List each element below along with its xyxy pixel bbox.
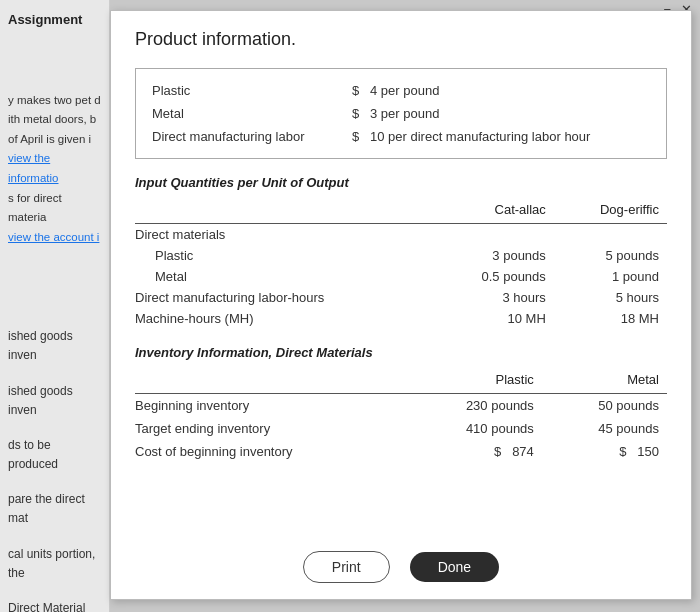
sidebar-link-account[interactable]: view the account i	[8, 228, 101, 248]
sidebar-s2-4: ds to be produced	[8, 436, 101, 474]
inventory-heading: Inventory Information, Direct Materials	[135, 345, 667, 360]
inventory-section: Inventory Information, Direct Materials …	[135, 345, 667, 463]
iq-row-1-cat: 3 pounds	[433, 245, 554, 266]
table-row: Target ending inventory 410 pounds 45 po…	[135, 417, 667, 440]
iq-row-2-dog: 1 pound	[554, 266, 667, 287]
inv-col-label-header	[135, 370, 405, 394]
print-button[interactable]: Print	[303, 551, 390, 583]
inv-row-1-plastic: 410 pounds	[405, 417, 542, 440]
inv-row-0-plastic: 230 pounds	[405, 394, 542, 418]
metal-label: Metal	[152, 106, 352, 121]
plastic-label: Plastic	[152, 83, 352, 98]
product-information-modal: Product information. Plastic $ 4 per pou…	[110, 10, 692, 600]
table-row: Plastic 3 pounds 5 pounds	[135, 245, 667, 266]
iq-row-3-label: Direct manufacturing labor-hours	[135, 287, 433, 308]
iq-row-2-cat: 0.5 pounds	[433, 266, 554, 287]
sidebar: Assignment y makes two pet d ith metal d…	[0, 0, 110, 612]
sidebar-s2-0: ished goods inven	[8, 327, 101, 365]
iq-col-cat-header: Cat-allac	[433, 200, 554, 224]
iq-row-0-cat	[433, 224, 554, 246]
iq-row-0-dog	[554, 224, 667, 246]
input-quantities-heading: Input Quantities per Unit of Output	[135, 175, 667, 190]
price-row-labor: Direct manufacturing labor $ 10 per dire…	[152, 129, 650, 144]
iq-row-2-label: Metal	[135, 266, 433, 287]
sidebar-s2-6: pare the direct mat	[8, 490, 101, 528]
inv-row-2-metal-val: 150	[637, 444, 659, 459]
sidebar-link-info[interactable]: view the informatio	[8, 149, 101, 188]
iq-col-label-header	[135, 200, 433, 224]
table-row: Machine-hours (MH) 10 MH 18 MH	[135, 308, 667, 329]
iq-row-1-dog: 5 pounds	[554, 245, 667, 266]
iq-row-0-label: Direct materials	[135, 224, 433, 246]
inv-row-2-plastic-val: 874	[512, 444, 534, 459]
inv-row-0-metal: 50 pounds	[542, 394, 667, 418]
table-row: Direct manufacturing labor-hours 3 hours…	[135, 287, 667, 308]
table-row: Direct materials	[135, 224, 667, 246]
inv-row-2-dollar-plastic: $	[494, 444, 501, 459]
metal-dollar: $	[352, 106, 370, 121]
modal-title: Product information.	[111, 11, 320, 60]
sidebar-title: Assignment	[8, 10, 101, 31]
prices-section: Plastic $ 4 per pound Metal $ 3 per poun…	[135, 68, 667, 159]
iq-row-4-cat: 10 MH	[433, 308, 554, 329]
metal-value: 3 per pound	[370, 106, 650, 121]
plastic-value: 4 per pound	[370, 83, 650, 98]
inv-row-2-plastic: $ 874	[405, 440, 542, 463]
inv-col-metal-header: Metal	[542, 370, 667, 394]
labor-value: 10 per direct manufacturing labor hour	[370, 129, 650, 144]
iq-row-4-dog: 18 MH	[554, 308, 667, 329]
table-row: Beginning inventory 230 pounds 50 pounds	[135, 394, 667, 418]
input-quantities-section: Input Quantities per Unit of Output Cat-…	[135, 175, 667, 329]
labor-dollar: $	[352, 129, 370, 144]
sidebar-s2-8: cal units portion, the	[8, 545, 101, 583]
plastic-dollar: $	[352, 83, 370, 98]
price-row-plastic: Plastic $ 4 per pound	[152, 83, 650, 98]
inventory-table: Plastic Metal Beginning inventory 230 po…	[135, 370, 667, 463]
inv-row-2-label: Cost of beginning inventory	[135, 440, 405, 463]
done-button[interactable]: Done	[410, 552, 499, 582]
sidebar-s2-2: ished goods inven	[8, 382, 101, 420]
iq-row-4-label: Machine-hours (MH)	[135, 308, 433, 329]
inv-col-plastic-header: Plastic	[405, 370, 542, 394]
sidebar-line-1: y makes two pet d	[8, 91, 101, 111]
sidebar-line-2: ith metal doors, b	[8, 110, 101, 130]
iq-row-3-cat: 3 hours	[433, 287, 554, 308]
sidebar-link-direct[interactable]: s for direct materia	[8, 189, 101, 228]
inv-row-2-dollar-metal: $	[619, 444, 626, 459]
inv-row-0-label: Beginning inventory	[135, 394, 405, 418]
modal-body: Plastic $ 4 per pound Metal $ 3 per poun…	[111, 60, 691, 539]
iq-col-dog-header: Dog-eriffic	[554, 200, 667, 224]
inv-row-1-metal: 45 pounds	[542, 417, 667, 440]
modal-footer: Print Done	[111, 539, 691, 599]
sidebar-s2-10: Direct Material	[8, 599, 101, 612]
table-row: Metal 0.5 pounds 1 pound	[135, 266, 667, 287]
inv-row-1-label: Target ending inventory	[135, 417, 405, 440]
table-row: Cost of beginning inventory $ 874 $ 150	[135, 440, 667, 463]
iq-row-3-dog: 5 hours	[554, 287, 667, 308]
input-quantities-table: Cat-allac Dog-eriffic Direct materials P…	[135, 200, 667, 329]
sidebar-line-3: of April is given i	[8, 130, 101, 150]
price-row-metal: Metal $ 3 per pound	[152, 106, 650, 121]
inv-row-2-metal: $ 150	[542, 440, 667, 463]
iq-row-1-label: Plastic	[135, 245, 433, 266]
labor-label: Direct manufacturing labor	[152, 129, 352, 144]
